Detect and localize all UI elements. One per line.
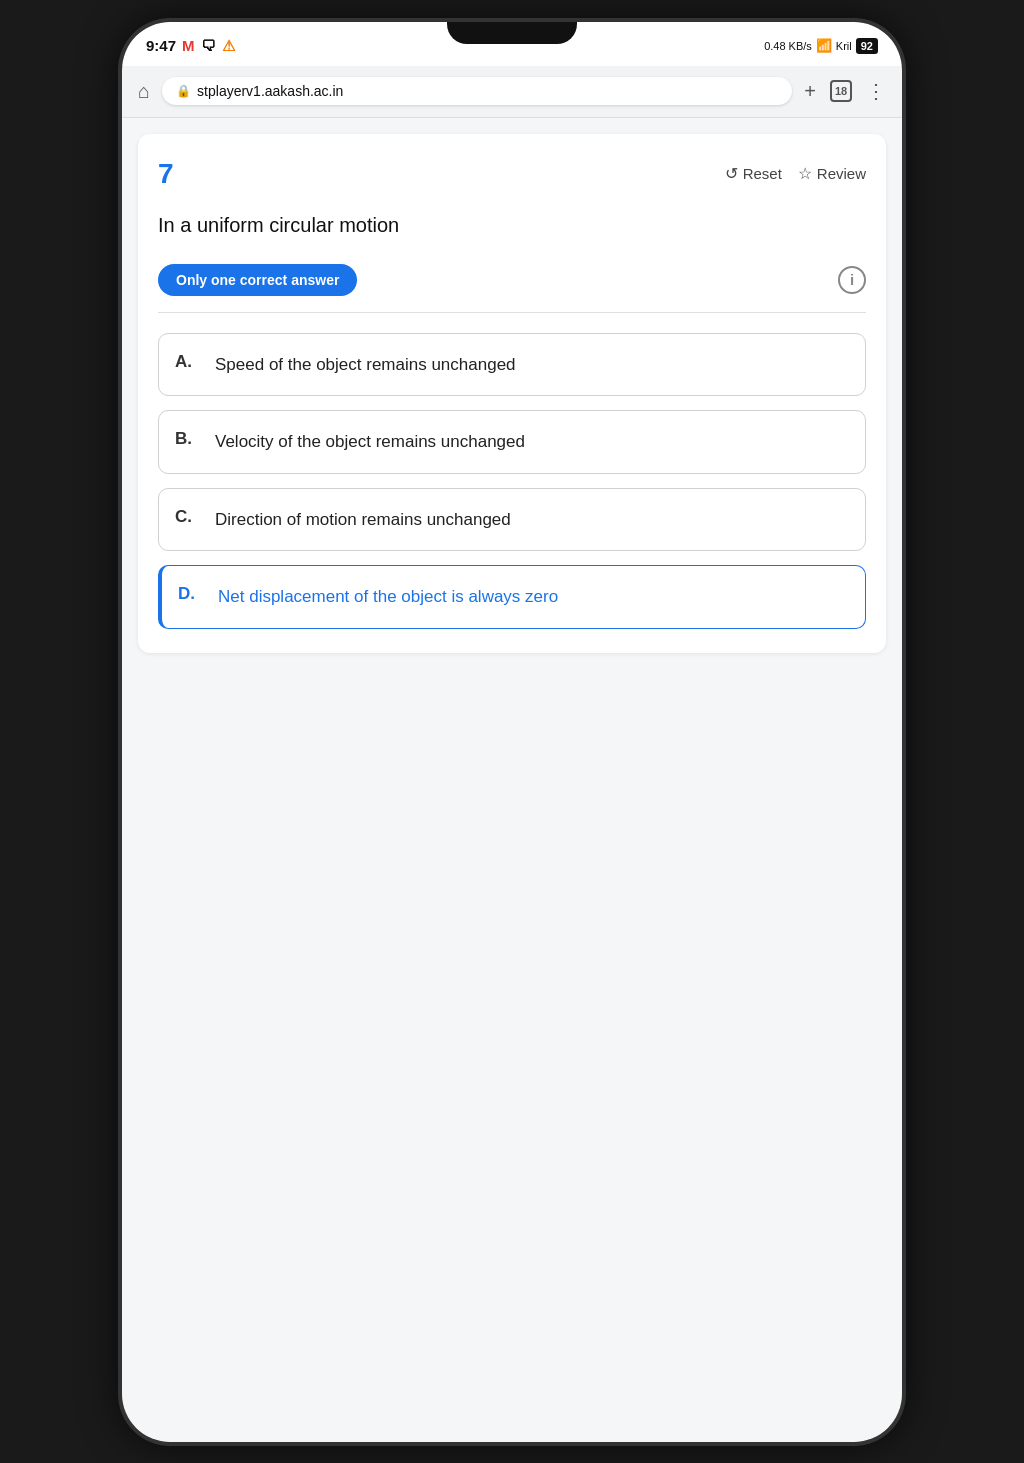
browser-actions: + 18 ⋮ xyxy=(804,79,886,103)
m-icon: M xyxy=(182,37,195,54)
battery-indicator: 92 xyxy=(856,38,878,54)
phone-shell: 9:47 M 🗨 ⚠ 0.48 KB/s 📶 Kril 92 ⌂ 🔒 stpla… xyxy=(122,22,902,1442)
header-actions: ↺ Reset ☆ Review xyxy=(725,164,866,183)
lock-icon: 🔒 xyxy=(176,84,191,98)
option-d[interactable]: D. Net displacement of the object is alw… xyxy=(158,565,866,629)
option-a-label: A. xyxy=(175,352,201,372)
time-display: 9:47 xyxy=(146,37,176,54)
status-right: 0.48 KB/s 📶 Kril 92 xyxy=(764,38,878,54)
question-number: 7 xyxy=(158,158,174,190)
signal-label: Kril xyxy=(836,40,852,52)
chat-icon: 🗨 xyxy=(201,37,216,54)
status-left: 9:47 M 🗨 ⚠ xyxy=(146,37,235,55)
options-list: A. Speed of the object remains unchanged… xyxy=(158,333,866,629)
alert-icon: ⚠ xyxy=(222,37,235,55)
answer-type-badge: Only one correct answer xyxy=(158,264,357,296)
option-b[interactable]: B. Velocity of the object remains unchan… xyxy=(158,410,866,474)
question-text: In a uniform circular motion xyxy=(158,210,866,240)
option-b-label: B. xyxy=(175,429,201,449)
tab-count-button[interactable]: 18 xyxy=(830,80,852,102)
home-icon[interactable]: ⌂ xyxy=(138,80,150,103)
notch xyxy=(447,22,577,44)
new-tab-button[interactable]: + xyxy=(804,80,816,103)
option-d-label: D. xyxy=(178,584,204,604)
option-c-label: C. xyxy=(175,507,201,527)
option-b-text: Velocity of the object remains unchanged xyxy=(215,429,525,455)
wifi-icon: 📶 xyxy=(816,38,832,53)
url-text: stplayerv1.aakash.ac.in xyxy=(197,83,343,99)
network-speed: 0.48 KB/s xyxy=(764,40,812,52)
reset-button[interactable]: ↺ Reset xyxy=(725,164,782,183)
star-icon: ☆ xyxy=(798,164,812,183)
option-a[interactable]: A. Speed of the object remains unchanged xyxy=(158,333,866,397)
reset-label: Reset xyxy=(743,165,782,182)
review-label: Review xyxy=(817,165,866,182)
option-d-text: Net displacement of the object is always… xyxy=(218,584,558,610)
option-a-text: Speed of the object remains unchanged xyxy=(215,352,516,378)
info-icon[interactable]: i xyxy=(838,266,866,294)
answer-type-row: Only one correct answer i xyxy=(158,264,866,313)
page-content: 7 ↺ Reset ☆ Review In a uniform circular… xyxy=(122,118,902,1442)
review-button[interactable]: ☆ Review xyxy=(798,164,866,183)
menu-button[interactable]: ⋮ xyxy=(866,79,886,103)
url-bar[interactable]: 🔒 stplayerv1.aakash.ac.in xyxy=(162,77,792,105)
browser-bar: ⌂ 🔒 stplayerv1.aakash.ac.in + 18 ⋮ xyxy=(122,66,902,118)
option-c-text: Direction of motion remains unchanged xyxy=(215,507,511,533)
question-container: 7 ↺ Reset ☆ Review In a uniform circular… xyxy=(138,134,886,653)
option-c[interactable]: C. Direction of motion remains unchanged xyxy=(158,488,866,552)
question-header: 7 ↺ Reset ☆ Review xyxy=(158,158,866,190)
reset-icon: ↺ xyxy=(725,164,738,183)
